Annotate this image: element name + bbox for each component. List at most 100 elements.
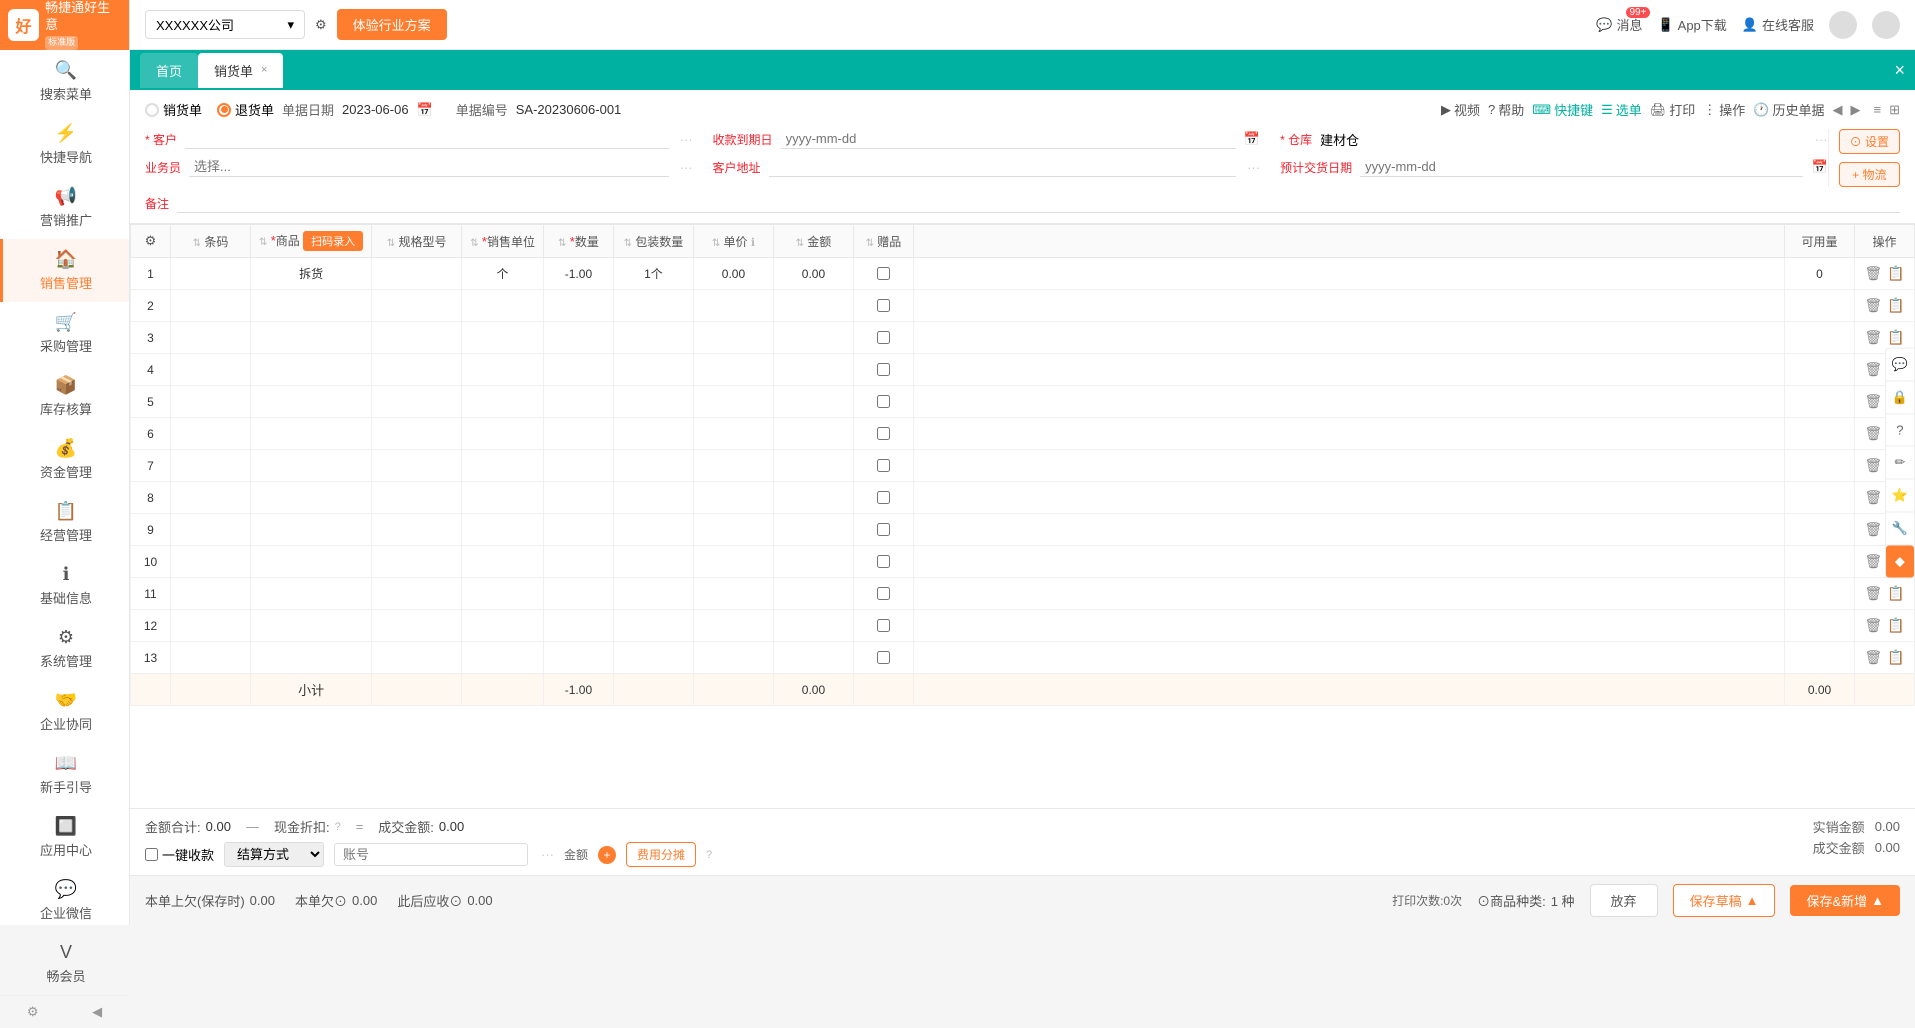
sidebar-collapse[interactable]: ◀ [92,1004,102,1020]
tabbar-close-icon[interactable]: × [1894,60,1905,81]
online-service-btn[interactable]: 👤 在线客服 [1742,15,1814,34]
sidebar-item-search[interactable]: 🔍 搜索菜单 [0,50,129,113]
expected-date-calendar-icon[interactable]: 📅 [1811,159,1827,175]
delete-icon[interactable]: 🗑 [1864,265,1882,282]
settings-btn[interactable]: ⚙ [315,17,327,33]
nav-next-icon[interactable]: ▶ [1851,102,1861,118]
add-payment-btn[interactable]: + [598,846,616,864]
one-click-checkbox[interactable] [145,848,158,861]
scan-btn[interactable]: 扫码录入 [303,231,363,251]
toolbar-shortcut[interactable]: ⌨ 快捷键 [1532,100,1593,119]
sidebar-item-apps[interactable]: 🔲 应用中心 [0,806,129,869]
delete-icon[interactable]: 🗑 [1864,585,1882,602]
delete-icon[interactable]: 🗑 [1864,617,1882,634]
sidebar-item-wechat[interactable]: 💬 企业微信 [0,869,129,932]
gift-checkbox[interactable] [877,395,890,408]
gift-checkbox[interactable] [877,299,890,312]
app-download-btn[interactable]: 📱 App下载 [1657,15,1726,34]
calendar-icon[interactable]: 📅 [417,102,433,118]
addr-dots[interactable]: ··· [1247,160,1260,175]
sidebar-item-system[interactable]: ⚙ 系统管理 [0,617,129,680]
gift-checkbox[interactable] [877,587,890,600]
delete-icon[interactable]: 🗑 [1864,361,1882,378]
account-dots[interactable]: ··· [541,847,554,862]
avatar[interactable] [1829,11,1857,39]
delete-icon[interactable]: 🗑 [1864,329,1882,346]
remark-input[interactable] [177,193,1900,213]
sidebar-item-finance[interactable]: 💰 资金管理 [0,428,129,491]
salesperson-input[interactable] [189,157,669,177]
trial-btn[interactable]: 体验行业方案 [337,9,447,40]
discount-help-icon[interactable]: ? [335,821,341,833]
account-input[interactable] [334,843,528,866]
gift-checkbox[interactable] [877,523,890,536]
customer-input[interactable] [185,129,669,149]
one-click-payment[interactable]: 一键收款 [145,845,214,864]
delete-icon[interactable]: 🗑 [1864,457,1882,474]
btn-logistics[interactable]: + 物流 [1839,162,1900,187]
gift-checkbox[interactable] [877,331,890,344]
sidebar-item-quicknav[interactable]: ⚡ 快捷导航 [0,113,129,176]
delete-icon[interactable]: 🗑 [1864,489,1882,506]
salesperson-dots[interactable]: ··· [680,160,693,175]
copy-icon[interactable]: 📋 [1887,297,1904,314]
gift-checkbox[interactable] [877,651,890,664]
copy-icon[interactable]: 📋 [1887,649,1904,666]
toolbar-video[interactable]: ▶ 视频 [1441,100,1480,119]
gift-checkbox[interactable] [877,267,890,280]
row-qty[interactable]: -1.00 [543,258,613,290]
gift-checkbox[interactable] [877,363,890,376]
toolbar-print[interactable]: 🖨 打印 [1650,100,1696,119]
row-spec[interactable] [372,258,462,290]
due-date-input[interactable] [781,129,1236,149]
sidebar-item-member[interactable]: V 畅会员 [0,932,129,995]
float-help[interactable]: ? [1886,414,1914,446]
tab-close-icon[interactable]: × [261,64,267,76]
expected-date-input[interactable] [1360,157,1803,177]
gift-checkbox[interactable] [877,555,890,568]
copy-icon[interactable]: 📋 [1887,329,1904,346]
radio-sales[interactable]: 销货单 [145,100,202,119]
toolbar-choose[interactable]: ☰ 选单 [1601,100,1642,119]
sidebar-item-marketing[interactable]: 📢 营销推广 [0,176,129,239]
sidebar-item-management[interactable]: 📋 经营管理 [0,491,129,554]
company-selector[interactable]: XXXXXX公司 ▾ [145,10,305,39]
row-price[interactable]: 0.00 [693,258,773,290]
float-tools[interactable]: 🔧 [1886,512,1914,545]
btn-save-new[interactable]: 保存&新增 ▲ [1790,885,1900,916]
toolbar-operation[interactable]: ⋮ 操作 [1703,100,1745,119]
float-lock[interactable]: 🔒 [1886,381,1914,414]
view-list-icon[interactable]: ≡ [1874,102,1882,117]
barcode-input[interactable] [179,266,242,281]
avatar2[interactable] [1872,11,1900,39]
sidebar-item-basic[interactable]: ℹ 基础信息 [0,554,129,617]
delete-icon[interactable]: 🗑 [1864,649,1882,666]
btn-settings[interactable]: ⊙ 设置 [1839,129,1900,154]
sidebar-item-sales[interactable]: 🏠 销售管理 [0,239,129,302]
float-star[interactable]: ⭐ [1886,479,1914,512]
sidebar-item-guide[interactable]: 📖 新手引导 [0,743,129,806]
delete-icon[interactable]: 🗑 [1864,553,1882,570]
gift-checkbox[interactable] [877,427,890,440]
copy-icon[interactable]: 📋 [1887,585,1904,602]
nav-prev-icon[interactable]: ◀ [1833,102,1843,118]
radio-return[interactable]: 退货单 [217,100,274,119]
gift-checkbox[interactable] [877,619,890,632]
warehouse-dots[interactable]: ··· [1815,132,1828,147]
toolbar-history[interactable]: 🕐 历史单据 [1753,100,1824,119]
sidebar-item-inventory[interactable]: 📦 库存核算 [0,365,129,428]
float-message[interactable]: 💬 [1886,348,1914,381]
gift-checkbox[interactable] [877,491,890,504]
copy-icon[interactable]: 📋 [1887,265,1904,282]
delete-icon[interactable]: 🗑 [1864,425,1882,442]
float-orange[interactable]: ◆ [1886,545,1914,577]
messages-btn[interactable]: 💬 消息 99+ [1596,15,1642,34]
row-barcode[interactable] [171,258,251,290]
float-feedback[interactable]: ✏ [1886,446,1914,479]
tab-home[interactable]: 首页 [140,53,198,88]
tab-sales-order[interactable]: 销货单 × [198,53,283,88]
btn-abandon[interactable]: 放弃 [1590,884,1658,917]
sidebar-item-collab[interactable]: 🤝 企业协同 [0,680,129,743]
expense-help-icon[interactable]: ? [706,849,712,861]
view-grid-icon[interactable]: ⊞ [1889,102,1900,118]
